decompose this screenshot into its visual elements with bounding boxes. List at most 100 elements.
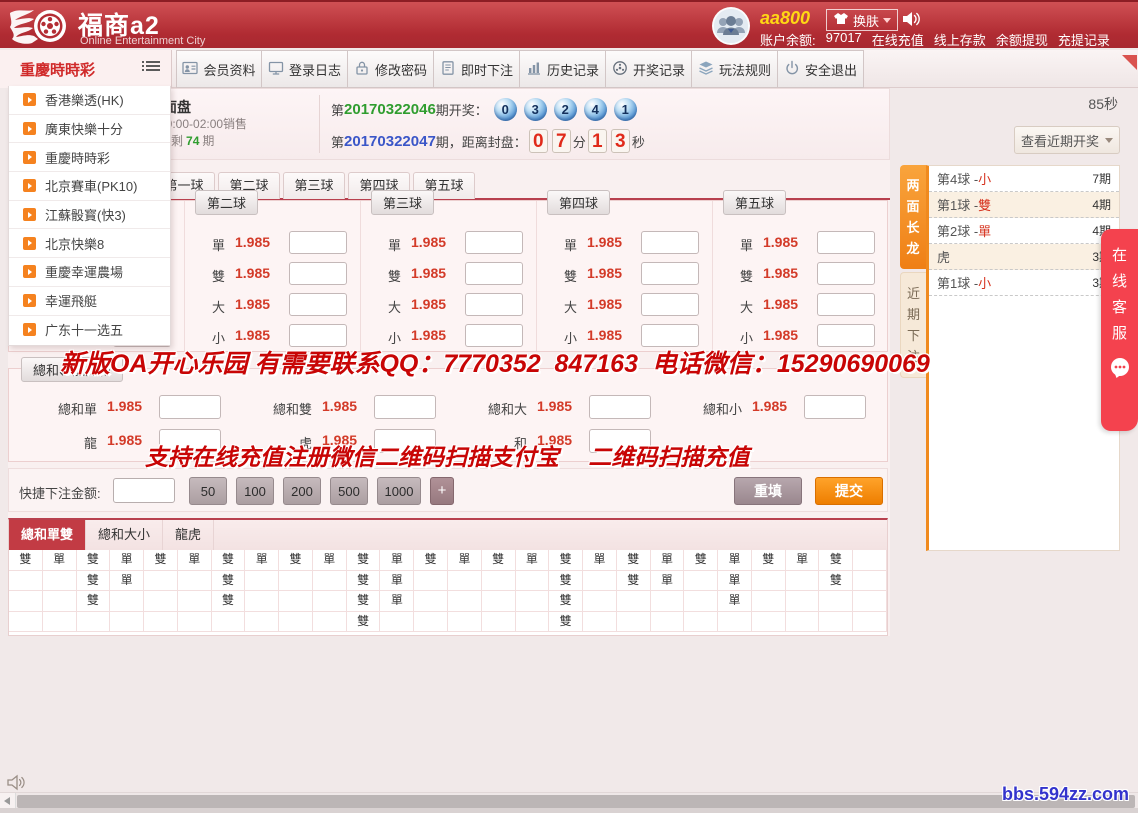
amount-button-100[interactable]: 100 — [236, 477, 274, 505]
bet-amount-input[interactable] — [817, 293, 875, 316]
nav-button-登录日志[interactable]: 登录日志 — [262, 50, 348, 88]
nav-button-玩法规则[interactable]: 玩法规则 — [692, 50, 778, 88]
bet-amount-input[interactable] — [289, 262, 347, 285]
bet-amount-input[interactable] — [641, 293, 699, 316]
trend-cell: 雙 — [549, 591, 583, 612]
trend-cell — [583, 591, 617, 612]
game-menu-item[interactable]: 北京快樂8 — [9, 229, 170, 258]
bet-amount-input[interactable] — [374, 395, 436, 419]
user-avatar — [712, 7, 750, 45]
nav-button-安全退出[interactable]: 安全退出 — [778, 50, 864, 88]
bet-row-單: 單1.985 — [361, 231, 537, 255]
horizontal-scrollbar[interactable] — [0, 792, 1138, 808]
ball-tab-3[interactable]: 第三球 — [283, 172, 345, 199]
link-transaction-log[interactable]: 充提记录 — [1058, 30, 1110, 49]
game-menu-item[interactable]: 香港樂透(HK) — [9, 86, 170, 115]
last-draw-line: 第20170322046期开奖： 03241 — [331, 98, 637, 121]
game-menu-item[interactable]: 北京賽車(PK10) — [9, 172, 170, 201]
trend-tab-總和單雙[interactable]: 總和單雙 — [9, 520, 86, 550]
bet-amount-input[interactable] — [289, 293, 347, 316]
reset-button[interactable]: 重填 — [734, 477, 802, 505]
trend-tab-總和大小[interactable]: 總和大小 — [86, 520, 163, 550]
bet-amount-input[interactable] — [465, 262, 523, 285]
bottom-edge — [0, 808, 1138, 813]
game-menu-item[interactable]: 廣東快樂十分 — [9, 115, 170, 144]
trend-cell — [43, 571, 77, 592]
bet-amount-input[interactable] — [289, 231, 347, 254]
amount-button-50[interactable]: 50 — [189, 477, 227, 505]
trend-cell: 雙 — [77, 550, 111, 571]
trend-cell: 雙 — [77, 571, 111, 592]
quick-bet-amount-input[interactable] — [113, 478, 175, 503]
trend-cell — [583, 612, 617, 633]
chevron-down-icon — [883, 18, 891, 23]
trend-cell — [786, 612, 820, 633]
trend-tab-龍虎[interactable]: 龍虎 — [163, 520, 214, 550]
bet-amount-input[interactable] — [589, 395, 651, 419]
bet-amount-input[interactable] — [804, 395, 866, 419]
link-online-deposit[interactable]: 线上存款 — [934, 30, 986, 49]
odds-value: 1.985 — [322, 398, 370, 414]
odds-value: 1.985 — [235, 296, 283, 312]
bet-amount-input[interactable] — [641, 231, 699, 254]
trend-cell — [313, 612, 347, 633]
link-withdraw[interactable]: 余额提现 — [996, 30, 1048, 49]
game-selector[interactable]: 重慶時時彩 — [0, 50, 172, 88]
countdown-digit: 1 — [588, 129, 607, 153]
chat-bubble-icon — [1109, 357, 1131, 379]
scroll-left-arrow[interactable] — [0, 793, 16, 809]
online-service-label: 在线客服 — [1101, 243, 1138, 347]
bet-row-單: 單1.985 — [537, 231, 713, 255]
amount-button-1000[interactable]: 1000 — [377, 477, 421, 505]
game-menu-item[interactable]: 幸運飛艇 — [9, 287, 170, 316]
sum-row-1: 總和單1.985總和雙1.985總和大1.985總和小1.985 — [19, 395, 879, 421]
bet-amount-input[interactable] — [159, 395, 221, 419]
trend-cell — [9, 612, 43, 633]
link-online-recharge[interactable]: 在线充值 — [872, 30, 924, 49]
trend-cell: 單 — [110, 550, 144, 571]
site-subtitle: Online Entertainment City — [80, 35, 205, 47]
trend-cell — [684, 571, 718, 592]
quick-bet-label: 快捷下注金额: — [19, 483, 101, 502]
submit-button[interactable]: 提交 — [815, 477, 883, 505]
odds-value: 1.985 — [537, 398, 585, 414]
bet-section-legend: 第二球 — [195, 190, 258, 215]
bet-amount-input[interactable] — [465, 231, 523, 254]
game-menu-item[interactable]: 重慶時時彩 — [9, 143, 170, 172]
streak-value: 小 — [978, 169, 991, 188]
nav-button-开奖记录[interactable]: 开奖记录 — [606, 50, 692, 88]
trend-cell — [617, 591, 651, 612]
bet-amount-input[interactable] — [817, 231, 875, 254]
bet-amount-input[interactable] — [641, 262, 699, 285]
recent-results-button[interactable]: 查看近期开奖 — [1014, 126, 1120, 154]
side-tab-两面长龙[interactable]: 两面长龙 — [900, 165, 926, 269]
streak-value: 小 — [978, 273, 991, 292]
more-amount-button[interactable]: + — [430, 477, 454, 505]
bet-row-大: 大1.985 — [537, 293, 713, 317]
game-menu-item[interactable]: 江蘇骰寳(快3) — [9, 201, 170, 230]
arrow-right-icon — [23, 93, 36, 106]
trend-cell: 單 — [178, 550, 212, 571]
nav-button-修改密码[interactable]: 修改密码 — [348, 50, 434, 88]
nav-button-会员资料[interactable]: 会员资料 — [176, 50, 262, 88]
trend-cell: 雙 — [482, 550, 516, 571]
online-service-tab[interactable]: 在线客服 — [1101, 229, 1138, 431]
scrollbar-thumb[interactable] — [17, 795, 1135, 808]
change-skin-button[interactable]: 换肤 — [826, 9, 898, 31]
header-speaker-icon[interactable] — [902, 11, 920, 32]
nav-button-即时下注[interactable]: 即时下注 — [434, 50, 520, 88]
amount-button-500[interactable]: 500 — [330, 477, 368, 505]
nav-button-历史记录[interactable]: 历史记录 — [520, 50, 606, 88]
trend-cell: 單 — [43, 550, 77, 571]
arrow-right-icon — [23, 323, 36, 336]
bet-amount-input[interactable] — [817, 262, 875, 285]
result-ball: 3 — [524, 98, 547, 121]
amount-button-200[interactable]: 200 — [283, 477, 321, 505]
game-menu-item[interactable]: 重慶幸運農場 — [9, 258, 170, 287]
bet-amount-input[interactable] — [465, 293, 523, 316]
arrow-right-icon — [23, 265, 36, 278]
odds-value: 1.985 — [411, 296, 459, 312]
game-menu-item[interactable]: 广东十一选五 — [9, 316, 170, 345]
trend-cell: 單 — [718, 591, 752, 612]
trend-cell: 單 — [786, 550, 820, 571]
